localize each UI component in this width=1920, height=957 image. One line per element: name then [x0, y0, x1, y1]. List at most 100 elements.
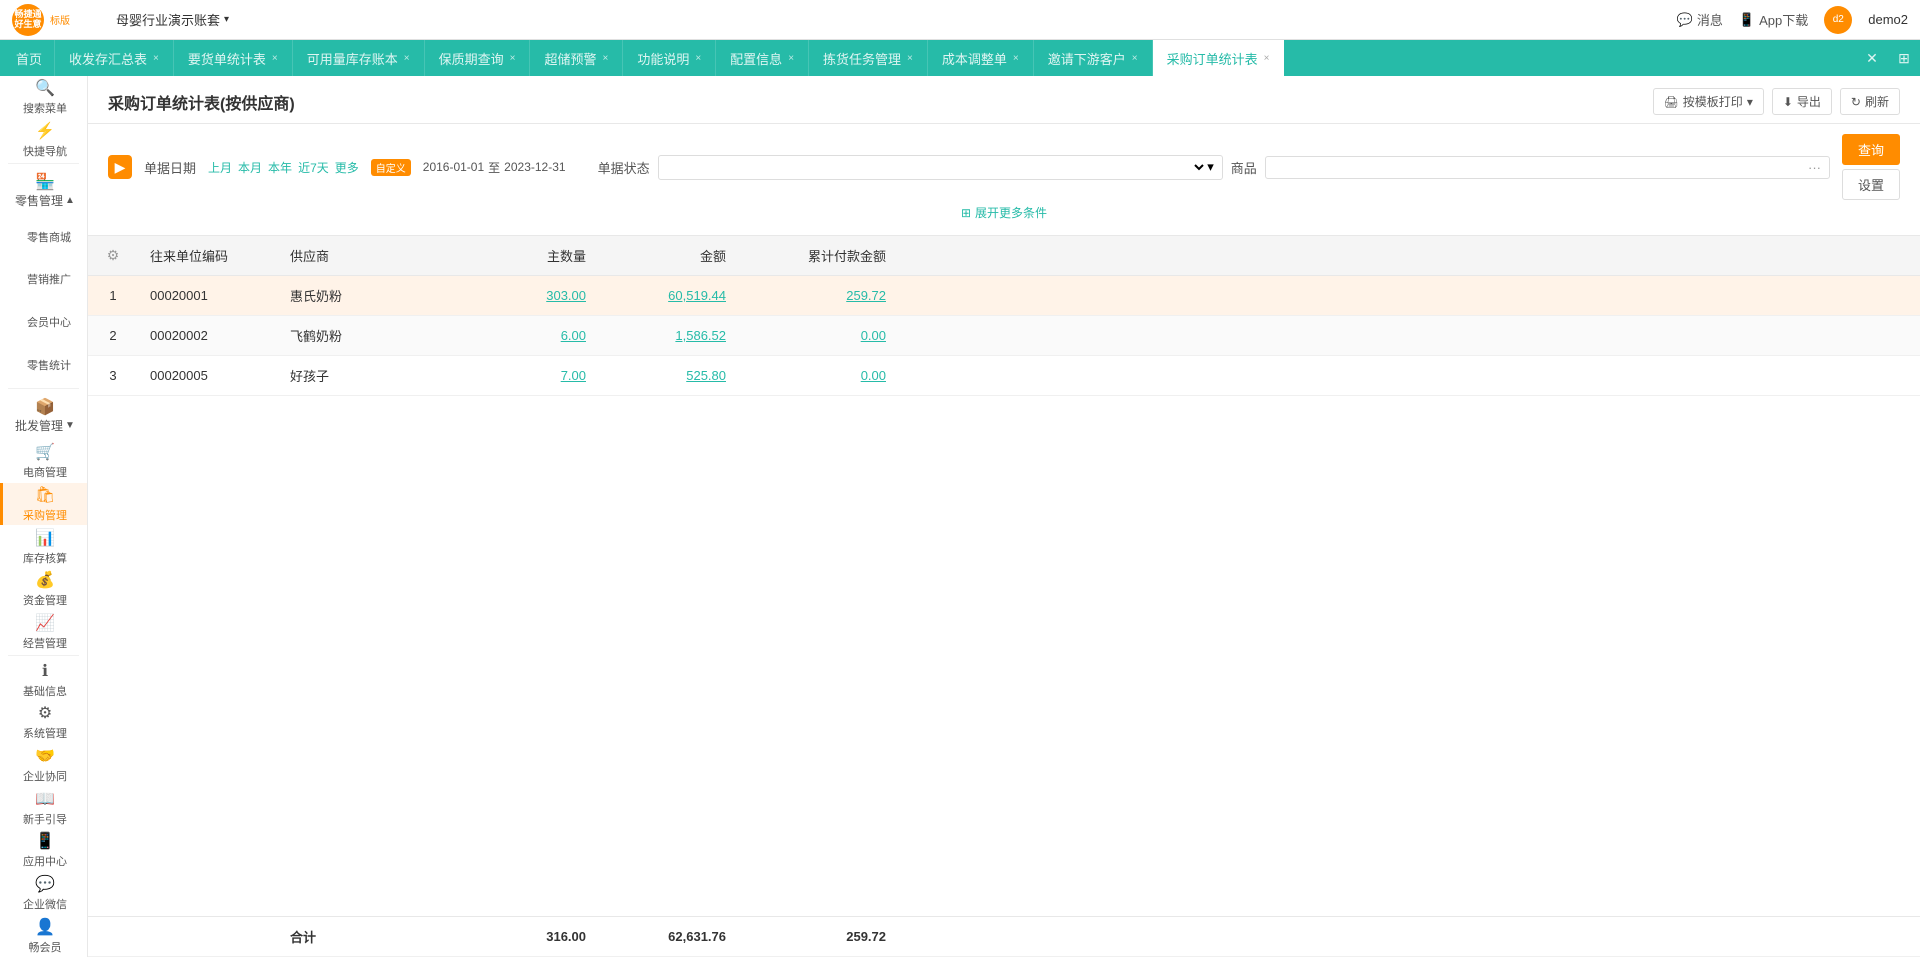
tab-yaohuo[interactable]: 要货单统计表 ×	[174, 40, 293, 76]
sidebar-label: 零售管理	[15, 192, 63, 209]
close-icon[interactable]: ×	[510, 53, 516, 64]
close-icon[interactable]: ×	[602, 53, 608, 64]
tab-peizhi[interactable]: 配置信息 ×	[716, 40, 809, 76]
sidebar-item-member[interactable]: 会员中心	[0, 301, 87, 344]
summary-spacer	[88, 917, 138, 957]
shortcut-7days[interactable]: 近7天	[298, 159, 329, 176]
close-tab-button[interactable]: ✕	[1856, 40, 1888, 76]
shortcut-last-month[interactable]: 上月	[208, 159, 232, 176]
page-header: 采购订单统计表(按供应商) 🖨 按模板打印 ▾ ⬇ 导出 ↻ 刷新	[88, 76, 1920, 124]
query-button[interactable]: 查询	[1842, 134, 1900, 165]
goods-input[interactable]	[1274, 160, 1808, 175]
cell-qty[interactable]: 6.00	[478, 316, 598, 356]
tab-yaoqing[interactable]: 邀请下游客户 ×	[1034, 40, 1153, 76]
close-icon[interactable]: ×	[695, 53, 701, 64]
close-icon[interactable]: ×	[788, 53, 794, 64]
close-icon[interactable]: ×	[1264, 53, 1270, 64]
tab-chaochu[interactable]: 超储预警 ×	[530, 40, 623, 76]
message-button[interactable]: 💬 消息	[1677, 10, 1723, 29]
avatar-initials: d2	[1833, 14, 1844, 25]
cell-amount[interactable]: 525.80	[598, 356, 738, 396]
app-download-button[interactable]: 📱 App下载	[1739, 10, 1808, 29]
settings-button[interactable]: 设置	[1842, 169, 1900, 200]
shortcut-this-month[interactable]: 本月	[238, 159, 262, 176]
sidebar-item-search[interactable]: 🔍 搜索菜单	[0, 76, 87, 119]
tab-caigou-active[interactable]: 采购订单统计表 ×	[1153, 40, 1285, 76]
cell-qty[interactable]: 7.00	[478, 356, 598, 396]
cell-paid[interactable]: 259.72	[738, 276, 898, 316]
filter-toggle-button[interactable]: ▶	[108, 155, 132, 179]
cell-seq: 1	[88, 276, 138, 316]
status-select-wrap: ▾	[658, 155, 1223, 180]
tab-label: 配置信息	[730, 49, 782, 68]
tab-gongneng[interactable]: 功能说明 ×	[623, 40, 716, 76]
refresh-button[interactable]: ↻ 刷新	[1840, 88, 1900, 115]
maximize-tab-button[interactable]: ⊞	[1888, 40, 1920, 76]
close-icon[interactable]: ×	[1132, 53, 1138, 64]
sidebar-item-guide[interactable]: 📖 新手引导	[0, 786, 87, 829]
shortcut-this-year[interactable]: 本年	[268, 159, 292, 176]
date-to: 2023-12-31	[504, 160, 565, 174]
sidebar-item-appcenter[interactable]: 📱 应用中心	[0, 829, 87, 872]
close-icon[interactable]: ×	[907, 53, 913, 64]
sidebar-item-purchase[interactable]: 🛍 采购管理	[0, 483, 87, 526]
close-icon[interactable]: ×	[153, 53, 159, 64]
cell-paid[interactable]: 0.00	[738, 356, 898, 396]
sidebar-item-wechat[interactable]: 💬 企业微信	[0, 872, 87, 915]
shortcut-more[interactable]: 更多	[335, 159, 359, 176]
print-button[interactable]: 🖨 按模板打印 ▾	[1653, 88, 1764, 115]
sidebar-label: 经营管理	[23, 635, 67, 651]
sidebar-item-quicknav[interactable]: ⚡ 快捷导航	[0, 119, 87, 162]
tab-kuyongliang[interactable]: 可用量库存账本 ×	[293, 40, 425, 76]
avatar[interactable]: d2	[1824, 6, 1852, 34]
close-icon[interactable]: ×	[272, 53, 278, 64]
sidebar-item-retail-mgmt[interactable]: 🏪 零售管理 ▲	[0, 166, 87, 215]
expand-more-button[interactable]: ⊞ 展开更多条件	[108, 200, 1900, 225]
summary-paid: 259.72	[738, 917, 898, 957]
nav-tabs: 首页 收发存汇总表 × 要货单统计表 × 可用量库存账本 × 保质期查询 × 超…	[0, 40, 1920, 76]
table-summary-footer: 合计 316.00 62,631.76 259.72	[88, 916, 1920, 957]
cell-qty[interactable]: 303.00	[478, 276, 598, 316]
phone-icon: 📱	[1739, 12, 1755, 28]
col-header-paid: 累计付款金额	[738, 236, 898, 276]
dropdown-icon: ▾	[1207, 159, 1214, 175]
sidebar-item-basicinfo[interactable]: ℹ 基础信息	[0, 658, 87, 701]
column-settings-icon[interactable]: ⚙	[107, 247, 120, 263]
tab-label: 拣货任务管理	[823, 49, 901, 68]
collab-icon: 🤝	[35, 746, 55, 766]
custom-badge: 自定义	[371, 159, 411, 176]
cell-supplier: 好孩子	[278, 356, 478, 396]
tab-shoufacun[interactable]: 收发存汇总表 ×	[55, 40, 174, 76]
table-body: 1 00020001 惠氏奶粉 303.00 60,519.44 259.72 …	[88, 276, 1920, 396]
sidebar-item-vip[interactable]: 👤 畅会员	[0, 914, 87, 957]
tab-jianhuo[interactable]: 拣货任务管理 ×	[809, 40, 928, 76]
tab-baozhi[interactable]: 保质期查询 ×	[425, 40, 531, 76]
cell-amount[interactable]: 1,586.52	[598, 316, 738, 356]
sidebar-item-inventory[interactable]: 📊 库存核算	[0, 525, 87, 568]
sidebar-item-retail-mall[interactable]: 零售商城	[0, 215, 87, 258]
sidebar-item-ecommerce[interactable]: 🛒 电商管理	[0, 440, 87, 483]
date-from: 2016-01-01	[423, 160, 484, 174]
sidebar-item-system[interactable]: ⚙ 系统管理	[0, 701, 87, 744]
sidebar-item-operations[interactable]: 📈 经营管理	[0, 611, 87, 654]
sidebar-item-collab[interactable]: 🤝 企业协同	[0, 744, 87, 787]
tab-home[interactable]: 首页	[4, 40, 55, 76]
cell-code: 00020002	[138, 316, 278, 356]
export-button[interactable]: ⬇ 导出	[1772, 88, 1832, 115]
cell-paid[interactable]: 0.00	[738, 316, 898, 356]
close-icon[interactable]: ×	[404, 53, 410, 64]
table-header: ⚙ 往来单位编码 供应商 主数量 金额 累计付款金额	[88, 236, 1920, 276]
tab-chengben[interactable]: 成本调整单 ×	[928, 40, 1034, 76]
sidebar-label: 零售统计	[27, 357, 71, 373]
sidebar-item-finance[interactable]: 💰 资金管理	[0, 568, 87, 611]
close-icon[interactable]: ×	[1013, 53, 1019, 64]
sidebar-item-retail-stats[interactable]: 零售统计	[0, 343, 87, 386]
status-select[interactable]	[667, 159, 1208, 176]
workspace-selector[interactable]: 母婴行业演示账套 ▾	[116, 10, 229, 29]
cell-amount[interactable]: 60,519.44	[598, 276, 738, 316]
sidebar-item-marketing[interactable]: 营销推广	[0, 258, 87, 301]
sidebar-item-wholesale[interactable]: 📦 批发管理 ▼	[0, 391, 87, 440]
logo-icon: 畅捷通好生意	[12, 4, 44, 36]
more-icon: ···	[1808, 160, 1821, 175]
goods-input-wrap[interactable]: ···	[1265, 156, 1830, 179]
